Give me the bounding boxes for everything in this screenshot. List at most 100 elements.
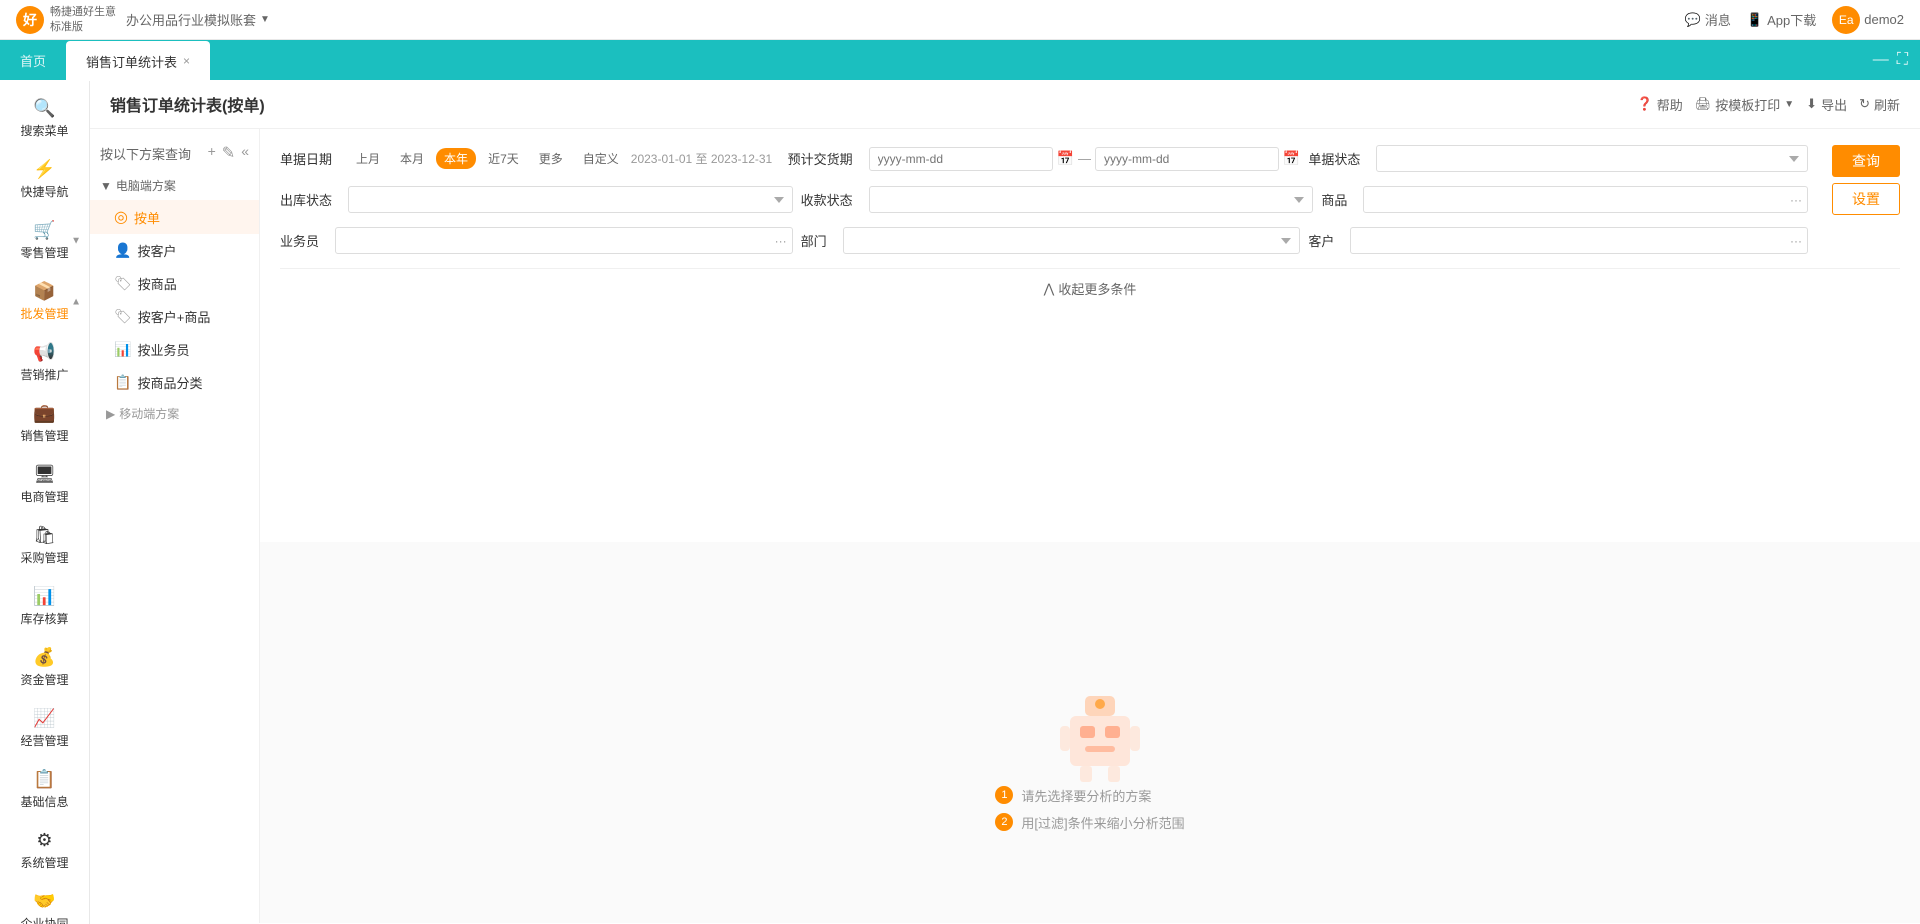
sales-icon: 💼 xyxy=(33,403,55,424)
product-more-icon[interactable]: ··· xyxy=(1790,193,1802,207)
date-shortcuts: 上月 本月 本年 近7天 更多 自定义 xyxy=(348,148,627,169)
scheme-panel: 按以下方案查询 + ✎ « ▼ 电脑端方案 ◎ xyxy=(90,129,260,923)
sidebar-item-system[interactable]: ⚙ 系统管理 xyxy=(0,820,89,881)
tab-close-icon[interactable]: × xyxy=(183,54,190,68)
delivery-date-start[interactable] xyxy=(869,147,1053,171)
customer-more-icon[interactable]: ··· xyxy=(1790,234,1802,248)
filter-fields: 单据日期 上月 本月 本年 近7天 更多 自定义 xyxy=(280,145,1808,268)
scheme-item-by-customer-product[interactable]: 🏷 按客户+商品 xyxy=(90,300,259,333)
shortcut-last-month[interactable]: 上月 xyxy=(348,148,388,169)
sidebar-item-basic[interactable]: 📋 基础信息 xyxy=(0,759,89,820)
date-label: 单据日期 xyxy=(280,149,332,168)
triangle-right-icon: ▶ xyxy=(106,407,115,421)
refresh-button[interactable]: ↻ 刷新 xyxy=(1859,95,1900,114)
customer-field: ··· xyxy=(1350,227,1808,254)
dept-label: 部门 xyxy=(801,231,827,250)
logo-area: 好 畅捷通好生意 标准版 xyxy=(16,5,116,34)
scheme-item-by-order[interactable]: ◎ 按单 xyxy=(90,200,259,234)
scheme-by-category-icon: 📋 xyxy=(114,374,131,391)
shortcut-custom[interactable]: 自定义 xyxy=(575,148,627,169)
logo-text: 畅捷通好生意 标准版 xyxy=(50,5,116,34)
expected-delivery-field: 📅 — 📅 xyxy=(869,147,1301,171)
shortcut-more[interactable]: 更多 xyxy=(531,148,571,169)
scheme-pc-category: ▼ 电脑端方案 xyxy=(90,171,259,200)
date-range-display: 2023-01-01 至 2023-12-31 xyxy=(631,150,772,167)
scheme-list: ◎ 按单 👤 按客户 🏷 按商品 🏷 按客 xyxy=(90,200,259,399)
message-button[interactable]: 💬 消息 xyxy=(1685,10,1731,29)
scheme-item-by-sales[interactable]: 📊 按业务员 xyxy=(90,333,259,366)
biz-icon: 📈 xyxy=(33,708,55,729)
search-icon: 🔍 xyxy=(33,98,55,119)
empty-hint-list: 1 请先选择要分析的方案 2 用[过滤]条件来缩小分析范围 xyxy=(995,786,1184,840)
settings-button[interactable]: 设置 xyxy=(1832,183,1900,215)
sidebar-item-corp[interactable]: 🤝 企业协同 xyxy=(0,881,89,924)
dept-select[interactable] xyxy=(843,227,1301,254)
salesperson-input[interactable] xyxy=(335,227,793,254)
ship-status-select[interactable] xyxy=(348,186,793,213)
main-layout: 🔍 搜索菜单 ⚡ 快捷导航 🛒 零售管理 ▼ 📦 批发管理 ▲ 📢 营销推广 💼… xyxy=(0,80,1920,924)
order-status-select[interactable] xyxy=(1376,145,1808,172)
sidebar-item-finance[interactable]: 💰 资金管理 xyxy=(0,637,89,698)
empty-state-area: 1 请先选择要分析的方案 2 用[过滤]条件来缩小分析范围 xyxy=(260,542,1920,923)
user-menu[interactable]: Ea demo2 xyxy=(1832,6,1904,34)
page-title: 销售订单统计表(按单) xyxy=(110,92,265,116)
tab-home[interactable]: 首页 xyxy=(0,40,66,80)
filter-top-row: 单据日期 上月 本月 本年 近7天 更多 自定义 xyxy=(280,145,1900,268)
collapse-scheme-icon[interactable]: « xyxy=(241,143,249,163)
sidebar: 🔍 搜索菜单 ⚡ 快捷导航 🛒 零售管理 ▼ 📦 批发管理 ▲ 📢 营销推广 💼… xyxy=(0,80,90,924)
sidebar-item-marketing[interactable]: 📢 营销推广 xyxy=(0,332,89,393)
maximize-icon[interactable]: ⛶ xyxy=(1897,51,1908,69)
scheme-by-product-icon: 🏷 xyxy=(114,275,132,292)
delivery-date-end[interactable] xyxy=(1095,147,1279,171)
shortcut-this-month[interactable]: 本月 xyxy=(392,148,432,169)
minimize-icon[interactable]: — xyxy=(1873,51,1889,69)
collapse-bar[interactable]: ⋀ 收起更多条件 xyxy=(280,268,1900,308)
scheme-by-order-icon: ◎ xyxy=(114,207,128,227)
customer-input[interactable] xyxy=(1350,227,1808,254)
pay-status-select[interactable] xyxy=(869,186,1314,213)
calendar-start-icon[interactable]: 📅 xyxy=(1057,150,1074,167)
filter-row-3: 业务员 ··· 部门 xyxy=(280,227,1808,254)
add-scheme-icon[interactable]: + xyxy=(208,143,216,163)
sidebar-item-retail[interactable]: 🛒 零售管理 ▼ xyxy=(0,210,89,271)
sidebar-item-inventory[interactable]: 📊 库存核算 xyxy=(0,576,89,637)
expected-delivery-label: 预计交货期 xyxy=(788,149,853,168)
help-button[interactable]: ❓ 帮助 xyxy=(1637,95,1683,114)
salesperson-more-icon[interactable]: ··· xyxy=(775,234,787,248)
sidebar-item-sales[interactable]: 💼 销售管理 xyxy=(0,393,89,454)
order-status-field xyxy=(1376,145,1808,172)
retail-icon: 🛒 xyxy=(33,220,55,241)
product-input[interactable] xyxy=(1363,186,1808,213)
scheme-item-by-product[interactable]: 🏷 按商品 xyxy=(90,267,259,300)
chevron-down-icon: ▼ xyxy=(260,14,270,25)
shortcut-this-year[interactable]: 本年 xyxy=(436,148,476,169)
app-download-button[interactable]: 📱 App下载 xyxy=(1747,10,1816,29)
calendar-end-icon[interactable]: 📅 xyxy=(1283,150,1300,167)
refresh-icon: ↻ xyxy=(1859,96,1870,112)
product-label: 商品 xyxy=(1321,190,1347,209)
collapse-icon: ⋀ xyxy=(1044,281,1055,297)
top-bar: 好 畅捷通好生意 标准版 办公用品行业模拟账套 ▼ 💬 消息 📱 App下载 E… xyxy=(0,0,1920,40)
tab-sales-stats[interactable]: 销售订单统计表 × xyxy=(66,41,210,81)
system-icon: ⚙ xyxy=(36,830,52,851)
scheme-item-by-customer[interactable]: 👤 按客户 xyxy=(90,234,259,267)
sidebar-item-ecom[interactable]: 🖥 电商管理 xyxy=(0,454,89,515)
scheme-by-sales-icon: 📊 xyxy=(114,341,131,358)
shortcut-7days[interactable]: 近7天 xyxy=(480,148,527,169)
purchase-icon: 🛍 xyxy=(33,525,56,546)
product-field: ··· xyxy=(1363,186,1808,213)
template-print-button[interactable]: 🖨 按模板打印 ▼ xyxy=(1695,95,1794,114)
sidebar-item-wholesale[interactable]: 📦 批发管理 ▲ xyxy=(0,271,89,332)
sidebar-item-biz[interactable]: 📈 经营管理 xyxy=(0,698,89,759)
order-status-label: 单据状态 xyxy=(1308,149,1360,168)
scheme-item-by-category[interactable]: 📋 按商品分类 xyxy=(90,366,259,399)
edit-scheme-icon[interactable]: ✎ xyxy=(222,143,235,163)
query-button[interactable]: 查询 xyxy=(1832,145,1900,177)
sidebar-item-purchase[interactable]: 🛍 采购管理 xyxy=(0,515,89,576)
filter-panel: 单据日期 上月 本月 本年 近7天 更多 自定义 xyxy=(260,129,1920,542)
system-title[interactable]: 办公用品行业模拟账套 ▼ xyxy=(126,10,270,29)
sidebar-item-search[interactable]: 🔍 搜索菜单 xyxy=(0,88,89,149)
sidebar-item-quick-nav[interactable]: ⚡ 快捷导航 xyxy=(0,149,89,210)
triangle-icon: ▼ xyxy=(100,179,112,193)
export-button[interactable]: ⬇ 导出 xyxy=(1806,95,1847,114)
